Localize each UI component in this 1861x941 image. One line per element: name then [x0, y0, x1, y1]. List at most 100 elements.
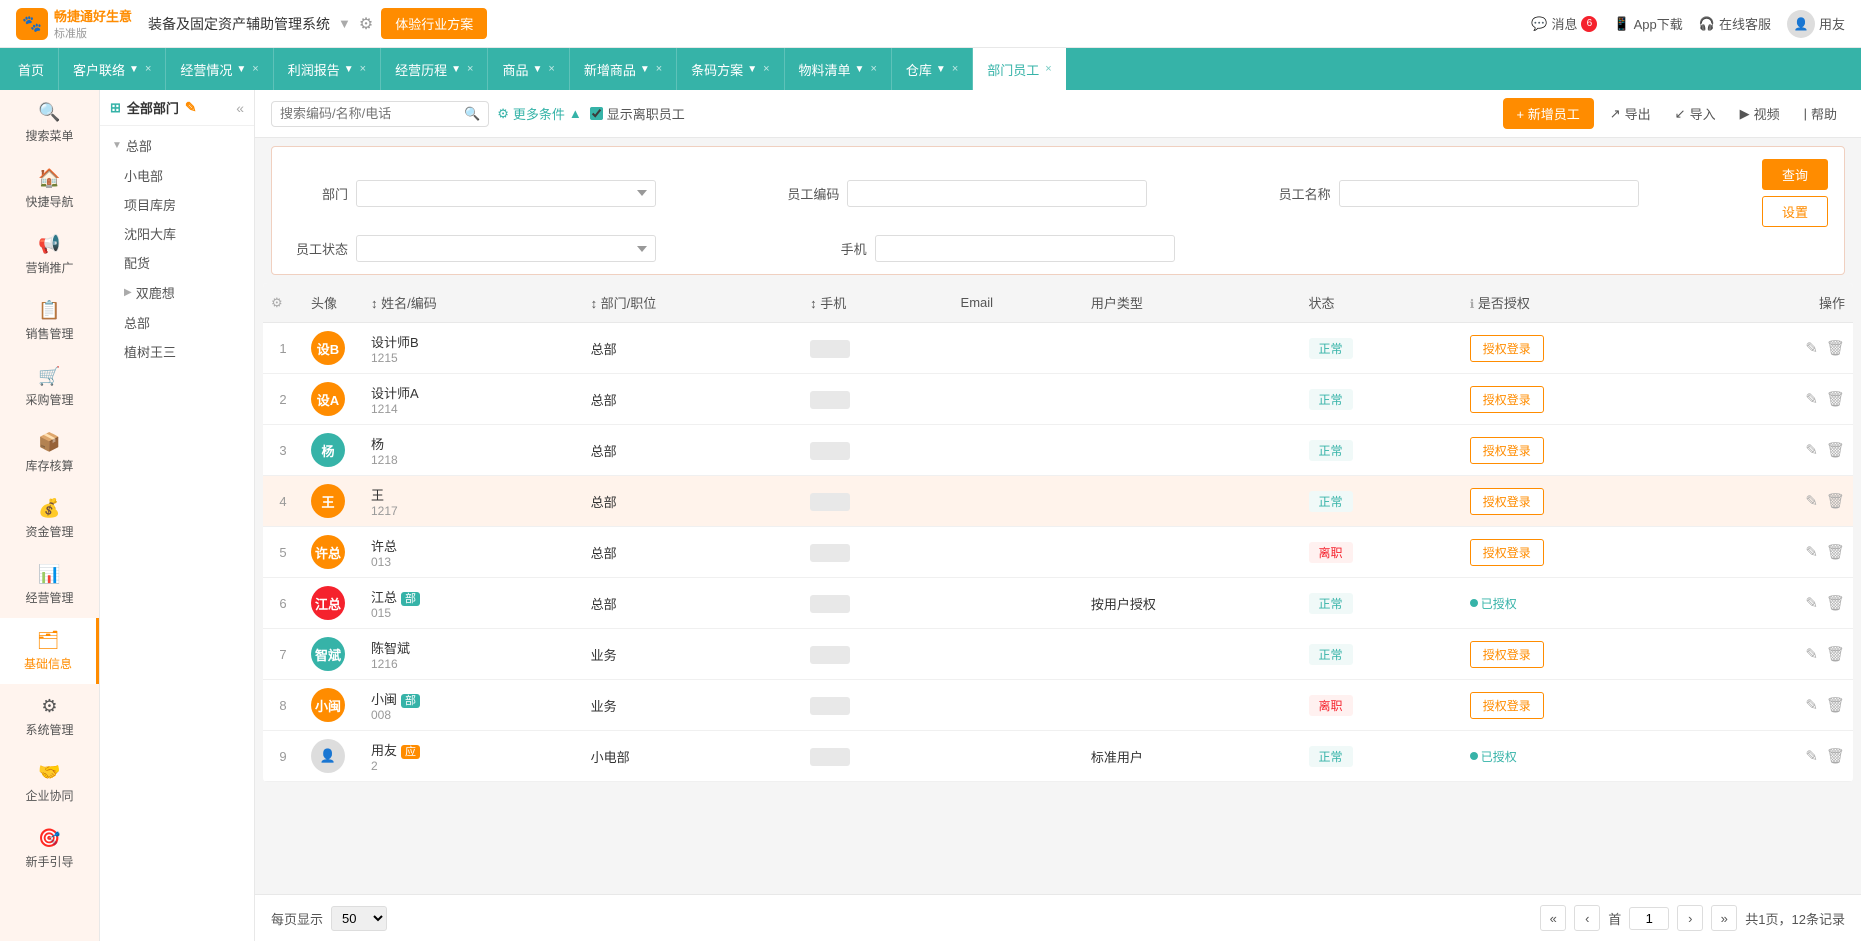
delete-icon[interactable]: 🗑 — [1826, 645, 1845, 663]
tab-profit[interactable]: 利润报告 ▼ × — [274, 48, 381, 90]
view-btn[interactable]: ▶ 视频 — [1732, 100, 1788, 127]
page-size-select[interactable]: 50 10 20 100 — [331, 906, 387, 931]
edit-icon[interactable]: ✎ — [1805, 543, 1818, 561]
prev-page-btn[interactable]: ‹ — [1574, 905, 1600, 931]
delete-icon[interactable]: 🗑 — [1826, 543, 1845, 561]
dept-child-zhishu[interactable]: 植树王三 — [100, 337, 254, 366]
tab-add-goods-close[interactable]: × — [656, 63, 662, 75]
edit-icon[interactable]: ✎ — [1805, 390, 1818, 408]
delete-icon[interactable]: 🗑 — [1826, 339, 1845, 357]
nav-item-purchase[interactable]: 🛒 采购管理 — [0, 354, 99, 420]
dept-child-peihuo[interactable]: 配货 — [100, 248, 254, 277]
nav-item-marketing[interactable]: 📢 营销推广 — [0, 222, 99, 288]
nav-item-collab[interactable]: 🤝 企业协同 — [0, 750, 99, 816]
nav-item-finance[interactable]: 💰 资金管理 — [0, 486, 99, 552]
auth-btn[interactable]: 授权登录 — [1470, 437, 1544, 464]
export-btn[interactable]: ↗ 导出 — [1602, 100, 1659, 127]
tab-customer-close[interactable]: × — [145, 63, 151, 75]
delete-icon[interactable]: 🗑 — [1826, 594, 1845, 612]
search-icon[interactable]: 🔍 — [464, 106, 480, 122]
tab-bom-close[interactable]: × — [870, 63, 876, 75]
dept-filter-select[interactable] — [356, 180, 656, 207]
delete-icon[interactable]: 🗑 — [1826, 390, 1845, 408]
tab-history[interactable]: 经营历程 ▼ × — [381, 48, 488, 90]
tab-customer[interactable]: 客户联络 ▼ × — [59, 48, 166, 90]
auth-btn[interactable]: 授权登录 — [1470, 335, 1544, 362]
settings-icon[interactable]: ⚙ — [359, 14, 373, 34]
emp-name-input[interactable] — [1339, 180, 1639, 207]
tab-barcode-close[interactable]: × — [763, 63, 769, 75]
last-page-btn[interactable]: » — [1711, 905, 1737, 931]
filter-more-btn[interactable]: ⚙ 更多条件 ▲ — [497, 104, 582, 123]
tab-profit-close[interactable]: × — [360, 63, 366, 75]
edit-icon[interactable]: ✎ — [1805, 492, 1818, 510]
nav-item-sales[interactable]: 📋 销售管理 — [0, 288, 99, 354]
query-button[interactable]: 查询 — [1762, 159, 1828, 190]
tab-add-goods[interactable]: 新增商品 ▼ × — [570, 48, 677, 90]
edit-icon[interactable]: ✎ — [1805, 645, 1818, 663]
next-page-btn[interactable]: › — [1677, 905, 1703, 931]
import-btn[interactable]: ↙ 导入 — [1667, 100, 1724, 127]
edit-icon[interactable]: ✎ — [1805, 696, 1818, 714]
set-button[interactable]: 设置 — [1762, 196, 1828, 227]
tab-barcode[interactable]: 条码方案 ▼ × — [677, 48, 784, 90]
nav-item-search[interactable]: 🔍 搜索菜单 — [0, 90, 99, 156]
tab-warehouse[interactable]: 仓库 ▼ × — [892, 48, 973, 90]
delete-icon[interactable]: 🗑 — [1826, 747, 1845, 765]
tab-bom[interactable]: 物料清单 ▼ × — [785, 48, 892, 90]
nav-item-guide[interactable]: 🎯 新手引导 — [0, 816, 99, 882]
dept-child-xiangmu[interactable]: 项目库房 — [100, 190, 254, 219]
tab-employees-close[interactable]: × — [1045, 63, 1051, 75]
dept-child-zongbu[interactable]: 总部 — [100, 308, 254, 337]
dept-node-zongbu-root[interactable]: ▼ 总部 — [100, 130, 254, 161]
dept-edit-icon[interactable]: ✎ — [185, 99, 197, 116]
tab-operation[interactable]: 经营情况 ▼ × — [166, 48, 273, 90]
tab-operation-close[interactable]: × — [252, 63, 258, 75]
dept-child-shenyang[interactable]: 沈阳大库 — [100, 219, 254, 248]
message-btn[interactable]: 💬 消息 6 — [1531, 14, 1597, 33]
tab-employees[interactable]: 部门员工 × — [973, 48, 1065, 90]
app-download-btn[interactable]: 📱 App下载 — [1613, 14, 1682, 33]
auth-btn[interactable]: 授权登录 — [1470, 488, 1544, 515]
show-resigned-label[interactable]: 显示离职员工 — [590, 104, 685, 123]
dept-node-shuangluxiang[interactable]: ▶ 双鹿想 — [100, 277, 254, 308]
dept-child-xiaodian[interactable]: 小电部 — [100, 161, 254, 190]
online-service-btn[interactable]: 🎧 在线客服 — [1699, 14, 1771, 33]
add-employee-button[interactable]: + 新增员工 — [1503, 98, 1594, 129]
auth-btn[interactable]: 授权登录 — [1470, 386, 1544, 413]
tab-goods-close[interactable]: × — [548, 63, 554, 75]
delete-icon[interactable]: 🗑 — [1826, 441, 1845, 459]
search-input[interactable] — [280, 106, 460, 121]
auth-btn[interactable]: 授权登录 — [1470, 539, 1544, 566]
emp-code-input[interactable] — [847, 180, 1147, 207]
nav-item-mgmt[interactable]: 📊 经营管理 — [0, 552, 99, 618]
page-input[interactable] — [1629, 907, 1669, 930]
nav-item-shortcut[interactable]: 🏠 快捷导航 — [0, 156, 99, 222]
edit-icon[interactable]: ✎ — [1805, 747, 1818, 765]
status-filter-select[interactable] — [356, 235, 656, 262]
auth-btn[interactable]: 授权登录 — [1470, 692, 1544, 719]
show-resigned-checkbox[interactable] — [590, 107, 603, 120]
tab-history-close[interactable]: × — [467, 63, 473, 75]
tab-home[interactable]: 首页 — [8, 48, 59, 90]
nav-item-basic[interactable]: 🗂 基础信息 — [0, 618, 99, 684]
auth-btn[interactable]: 授权登录 — [1470, 641, 1544, 668]
help-btn[interactable]: | 帮助 — [1796, 100, 1845, 127]
collapse-icon[interactable]: « — [236, 100, 244, 116]
phone-input[interactable] — [875, 235, 1175, 262]
nav-item-system[interactable]: ⚙ 系统管理 — [0, 684, 99, 750]
delete-icon[interactable]: 🗑 — [1826, 492, 1845, 510]
tab-warehouse-close[interactable]: × — [952, 63, 958, 75]
user-area[interactable]: 👤 用友 — [1787, 10, 1845, 38]
nav-item-inventory[interactable]: 📦 库存核算 — [0, 420, 99, 486]
delete-icon[interactable]: 🗑 — [1826, 696, 1845, 714]
trial-button[interactable]: 体验行业方案 — [381, 8, 487, 39]
sys-title-arrow[interactable]: ▼ — [338, 16, 351, 31]
settings-col-icon[interactable]: ⚙ — [271, 295, 283, 310]
edit-icon[interactable]: ✎ — [1805, 339, 1818, 357]
edit-icon[interactable]: ✎ — [1805, 441, 1818, 459]
first-page-btn[interactable]: « — [1540, 905, 1566, 931]
edit-icon[interactable]: ✎ — [1805, 594, 1818, 612]
toolbar-left: 🔍 ⚙ 更多条件 ▲ 显示离职员工 — [271, 101, 685, 127]
tab-goods[interactable]: 商品 ▼ × — [488, 48, 569, 90]
